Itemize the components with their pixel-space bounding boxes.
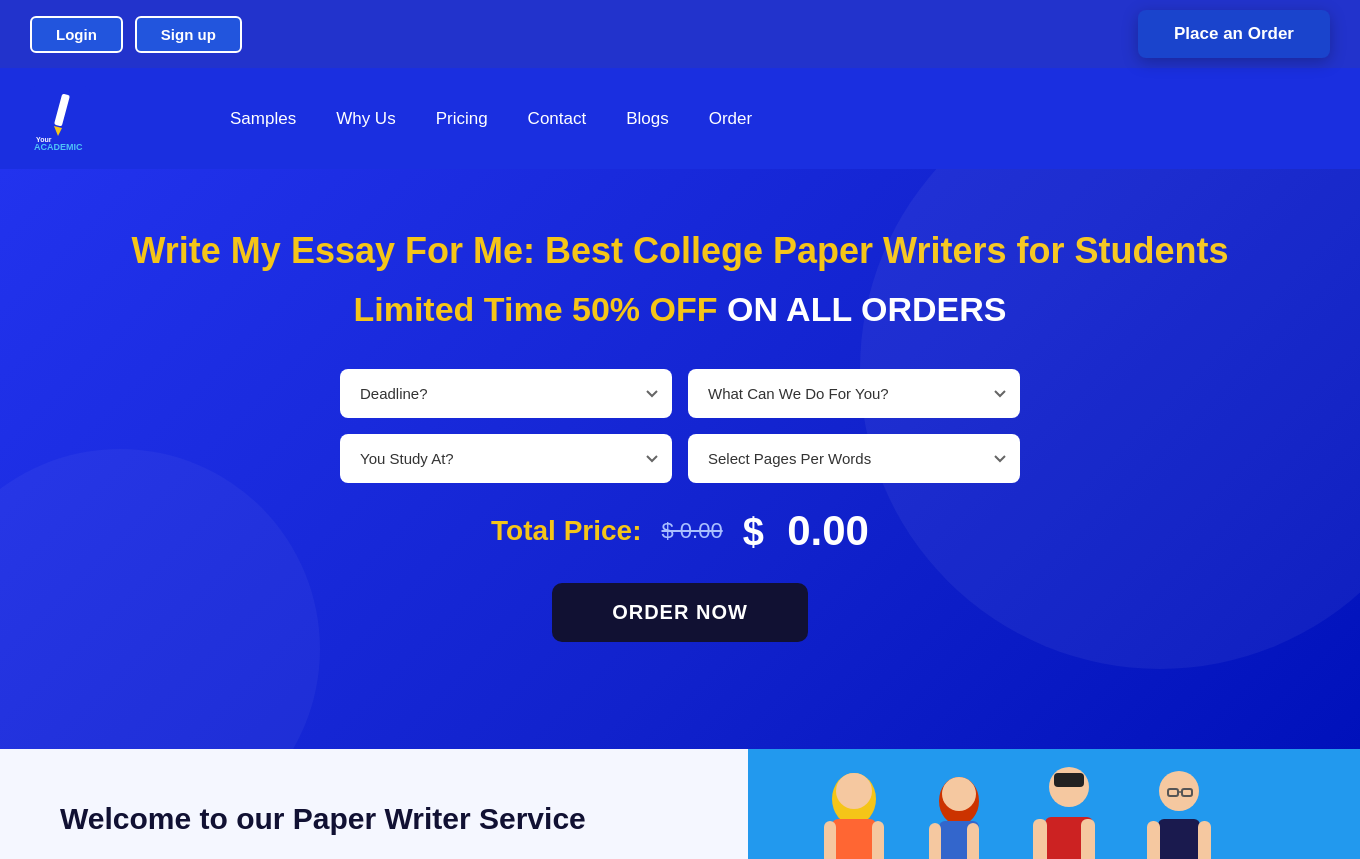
pages-select[interactable]: Select Pages Per Words1 Page / 275 Words… — [688, 434, 1020, 483]
price-label: Total Price: — [491, 515, 641, 547]
hero-subtitle-yellow: Limited Time 50% OFF — [353, 290, 717, 328]
login-button[interactable]: Login — [30, 16, 123, 53]
price-discounted: $ 0.00 — [743, 507, 869, 555]
nav-whyus[interactable]: Why Us — [336, 109, 396, 129]
hero-subtitle: Limited Time 50% OFF ON ALL ORDERS — [30, 290, 1330, 329]
bottom-right — [748, 749, 1360, 859]
bottom-section: Welcome to our Paper Writer Service — [0, 749, 1360, 859]
hero-subtitle-white: ON ALL ORDERS — [727, 290, 1007, 328]
logo-icon: Your ACADEMIC — [30, 86, 90, 151]
svg-rect-16 — [1054, 773, 1084, 787]
top-bar-auth-buttons: Login Sign up — [30, 16, 242, 53]
svg-rect-23 — [1198, 821, 1211, 859]
nav-samples[interactable]: Samples — [230, 109, 296, 129]
nav-order[interactable]: Order — [709, 109, 752, 129]
nav-pricing[interactable]: Pricing — [436, 109, 488, 129]
bottom-left: Welcome to our Paper Writer Service — [0, 749, 748, 859]
nav-links: Samples Why Us Pricing Contact Blogs Ord… — [230, 109, 752, 129]
form-row-1: Deadline?3 hours6 hours12 hours24 hours2… — [340, 369, 1020, 418]
svg-point-11 — [942, 777, 976, 811]
svg-rect-9 — [872, 821, 884, 859]
team-illustration — [774, 759, 1334, 859]
price-original: $ 0.00 — [662, 518, 723, 544]
hero-section: Write My Essay For Me: Best College Pape… — [0, 169, 1360, 749]
svg-rect-14 — [967, 823, 979, 859]
svg-rect-7 — [832, 819, 876, 859]
logo[interactable]: Your ACADEMIC — [30, 86, 90, 151]
study-select[interactable]: You Study At?High SchoolCollegeUniversit… — [340, 434, 672, 483]
welcome-heading: Welcome to our Paper Writer Service — [60, 802, 586, 836]
signup-button[interactable]: Sign up — [135, 16, 242, 53]
form-row-2: You Study At?High SchoolCollegeUniversit… — [340, 434, 1020, 483]
nav-contact[interactable]: Contact — [528, 109, 587, 129]
svg-rect-19 — [1081, 819, 1095, 859]
nav-blogs[interactable]: Blogs — [626, 109, 669, 129]
svg-point-6 — [836, 773, 872, 809]
deadline-select[interactable]: Deadline?3 hours6 hours12 hours24 hours2… — [340, 369, 672, 418]
order-form: Deadline?3 hours6 hours12 hours24 hours2… — [340, 369, 1020, 642]
svg-rect-22 — [1147, 821, 1160, 859]
hero-title: Write My Essay For Me: Best College Pape… — [30, 229, 1330, 272]
navigation: Your ACADEMIC Samples Why Us Pricing Con… — [0, 68, 1360, 169]
svg-rect-18 — [1033, 819, 1047, 859]
svg-rect-8 — [824, 821, 836, 859]
currency-symbol: $ — [743, 511, 764, 553]
top-bar: Login Sign up Place an Order — [0, 0, 1360, 68]
svg-text:ACADEMIC: ACADEMIC — [34, 142, 83, 151]
svg-rect-13 — [929, 823, 941, 859]
order-now-button[interactable]: ORDER NOW — [552, 583, 808, 642]
place-order-button[interactable]: Place an Order — [1138, 10, 1330, 58]
service-select[interactable]: What Can We Do For You?EssayResearch Pap… — [688, 369, 1020, 418]
price-value: 0.00 — [787, 507, 869, 554]
svg-rect-21 — [1158, 819, 1200, 859]
price-row: Total Price: $ 0.00 $ 0.00 — [340, 507, 1020, 555]
